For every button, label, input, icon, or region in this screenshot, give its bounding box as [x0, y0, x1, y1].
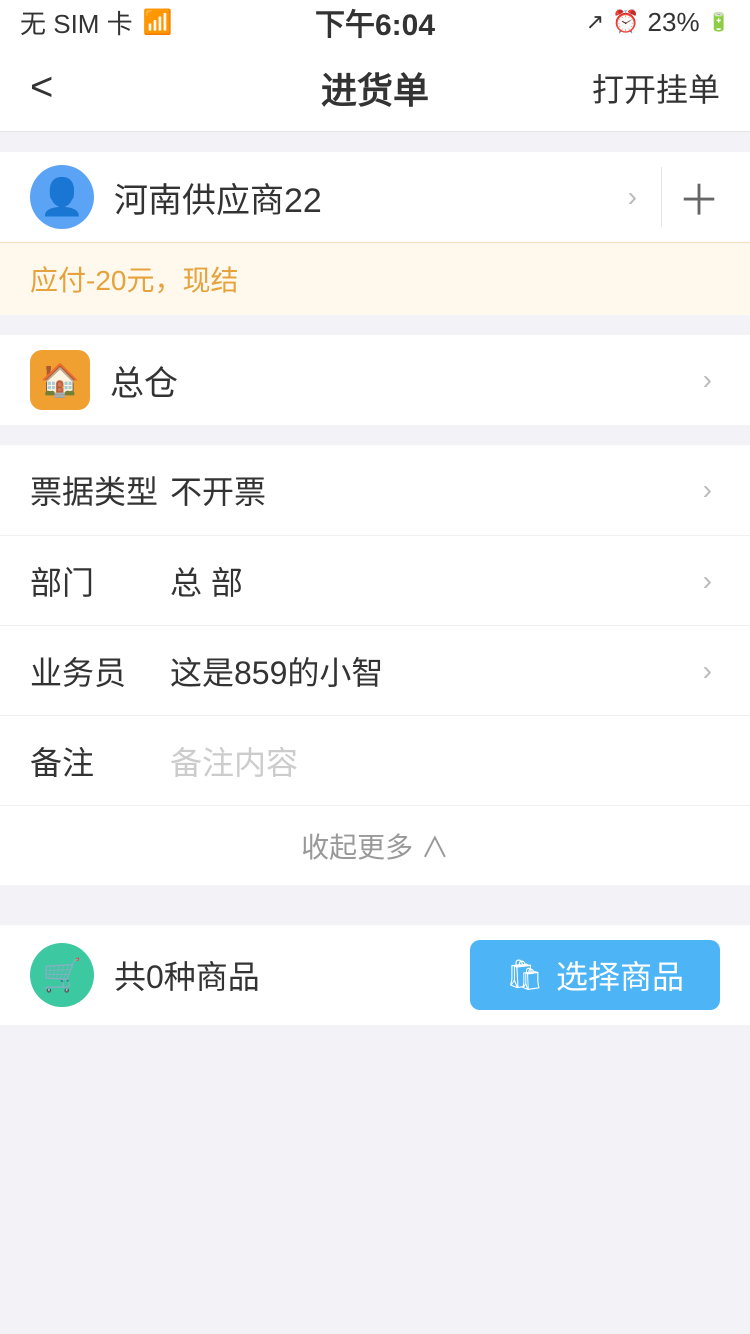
cart-icon: 🛒: [42, 956, 82, 994]
salesperson-label: 业务员: [30, 648, 170, 694]
supplier-name: 河南供应商22: [114, 173, 628, 222]
product-area: 🛒 共0种商品 🛍 选择商品: [0, 925, 750, 1025]
remark-row[interactable]: 备注 备注内容: [0, 715, 750, 805]
warehouse-row[interactable]: 🏠 总仓 ›: [0, 335, 750, 425]
avatar-icon: 👤: [40, 176, 85, 218]
warehouse-section[interactable]: 🏠 总仓 ›: [0, 335, 750, 425]
collapse-bar[interactable]: 收起更多 ∧: [0, 805, 750, 885]
invoice-type-chevron-icon: ›: [703, 474, 712, 506]
select-product-icon: 🛍: [506, 958, 544, 993]
remark-label: 备注: [30, 738, 170, 784]
invoice-type-row[interactable]: 票据类型 不开票 ›: [0, 445, 750, 535]
location-icon: ↗: [586, 9, 604, 35]
collapse-label[interactable]: 收起更多 ∧: [301, 826, 449, 866]
warehouse-chevron-icon: ›: [703, 364, 712, 396]
supplier-row[interactable]: 👤 河南供应商22 › ＋: [0, 152, 750, 242]
select-product-button[interactable]: 🛍 选择商品: [470, 940, 720, 1010]
page-title: 进货单: [321, 62, 429, 114]
department-chevron-icon: ›: [703, 565, 712, 597]
invoice-type-value: 不开票: [170, 467, 703, 513]
supplier-chevron-icon: ›: [628, 181, 637, 213]
invoice-type-label: 票据类型: [30, 467, 170, 513]
supplier-divider: [661, 167, 662, 227]
gap-1: [0, 132, 750, 152]
salesperson-row[interactable]: 业务员 这是859的小智 ›: [0, 625, 750, 715]
status-left: 无 SIM 卡 📶: [20, 4, 173, 41]
warehouse-name: 总仓: [110, 356, 703, 405]
salesperson-value: 这是859的小智: [170, 648, 703, 694]
alarm-icon: ⏰: [612, 9, 639, 35]
open-pending-button[interactable]: 打开挂单: [592, 65, 720, 111]
status-bar: 无 SIM 卡 📶 下午6:04 ↗ ⏰ 23% 🔋: [0, 0, 750, 44]
department-label: 部门: [30, 558, 170, 604]
department-value: 总 部: [170, 558, 703, 604]
battery-label: 23%: [648, 7, 700, 38]
select-product-label: 选择商品: [556, 952, 684, 998]
wifi-icon: 📶: [143, 8, 173, 37]
battery-icon: 🔋: [708, 12, 730, 33]
status-time: 下午6:04: [315, 0, 435, 44]
nav-bar: < 进货单 打开挂单: [0, 44, 750, 132]
page-container: 无 SIM 卡 📶 下午6:04 ↗ ⏰ 23% 🔋 < 进货单 打开挂单 👤 …: [0, 0, 750, 1334]
notice-text: 应付-20元，现结: [30, 265, 238, 296]
product-count: 共0种商品: [114, 952, 470, 998]
carrier-label: 无 SIM 卡: [20, 4, 133, 41]
gap-4: [0, 885, 750, 905]
status-right: ↗ ⏰ 23% 🔋: [586, 7, 730, 38]
form-section: 票据类型 不开票 › 部门 总 部 › 业务员 这是859的小智 › 备注 备注…: [0, 445, 750, 885]
salesperson-chevron-icon: ›: [703, 655, 712, 687]
house-icon: 🏠: [40, 361, 80, 399]
remark-placeholder[interactable]: 备注内容: [170, 738, 720, 784]
department-row[interactable]: 部门 总 部 ›: [0, 535, 750, 625]
supplier-section: 👤 河南供应商22 › ＋ 应付-20元，现结: [0, 152, 750, 315]
notice-bar: 应付-20元，现结: [0, 242, 750, 315]
add-button[interactable]: ＋: [678, 167, 720, 228]
back-button[interactable]: <: [30, 65, 90, 110]
gap-3: [0, 425, 750, 445]
product-icon-bg: 🛒: [30, 943, 94, 1007]
gap-2: [0, 315, 750, 335]
warehouse-icon-bg: 🏠: [30, 350, 90, 410]
supplier-avatar: 👤: [30, 165, 94, 229]
